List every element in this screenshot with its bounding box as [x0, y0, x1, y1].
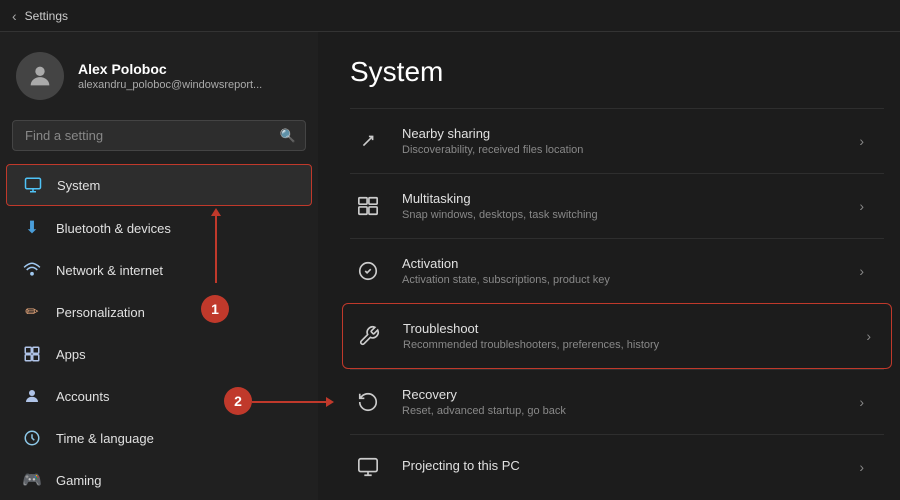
search-input[interactable] [12, 120, 306, 151]
recovery-text: Recovery Reset, advanced startup, go bac… [402, 387, 851, 417]
time-icon [22, 428, 42, 448]
sidebar-item-label-apps: Apps [56, 347, 86, 362]
main-layout: Alex Poloboc alexandru_poloboc@windowsre… [0, 32, 900, 500]
network-icon [22, 260, 42, 280]
content-area: System Nearby sharing Discoverability, r… [318, 32, 900, 500]
nearby-sharing-text: Nearby sharing Discoverability, received… [402, 126, 851, 156]
search-box: 🔍 [12, 120, 306, 151]
sidebar-item-label-gaming: Gaming [56, 473, 102, 488]
troubleshoot-title: Troubleshoot [403, 321, 858, 336]
projecting-icon [350, 449, 386, 485]
personalization-icon: ✏ [22, 302, 42, 322]
sidebar-item-accounts[interactable]: Accounts [6, 376, 312, 416]
nearby-sharing-title: Nearby sharing [402, 126, 851, 141]
gaming-icon: 🎮 [22, 470, 42, 490]
sidebar-item-label-accounts: Accounts [56, 389, 109, 404]
user-info: Alex Poloboc alexandru_poloboc@windowsre… [78, 61, 262, 91]
activation-desc: Activation state, subscriptions, product… [402, 274, 851, 286]
recovery-desc: Reset, advanced startup, go back [402, 405, 851, 417]
setting-activation[interactable]: Activation Activation state, subscriptio… [350, 238, 884, 303]
back-button[interactable]: ‹ [12, 8, 17, 24]
page-title: System [350, 56, 900, 88]
nearby-sharing-chevron: › [859, 133, 864, 149]
sidebar-item-label-system: System [57, 178, 100, 193]
projecting-text: Projecting to this PC [402, 458, 851, 476]
troubleshoot-desc: Recommended troubleshooters, preferences… [403, 339, 858, 351]
multitasking-desc: Snap windows, desktops, task switching [402, 209, 851, 221]
multitasking-text: Multitasking Snap windows, desktops, tas… [402, 191, 851, 221]
search-icon: 🔍 [280, 128, 296, 144]
nearby-sharing-icon [350, 123, 386, 159]
sidebar-item-label-network: Network & internet [56, 263, 163, 278]
bluetooth-icon: ⬇ [22, 218, 42, 238]
sidebar-item-label-bluetooth: Bluetooth & devices [56, 221, 171, 236]
accounts-icon [22, 386, 42, 406]
apps-icon [22, 344, 42, 364]
title-bar: ‹ Settings [0, 0, 900, 32]
sidebar: Alex Poloboc alexandru_poloboc@windowsre… [0, 32, 318, 500]
setting-projecting[interactable]: Projecting to this PC › [350, 434, 884, 499]
setting-nearby-sharing[interactable]: Nearby sharing Discoverability, received… [350, 108, 884, 173]
sidebar-item-apps[interactable]: Apps [6, 334, 312, 374]
app-title: Settings [25, 9, 68, 23]
activation-icon [350, 253, 386, 289]
projecting-title: Projecting to this PC [402, 458, 851, 473]
troubleshoot-icon [351, 318, 387, 354]
activation-title: Activation [402, 256, 851, 271]
activation-chevron: › [859, 263, 864, 279]
avatar [16, 52, 64, 100]
recovery-chevron: › [859, 394, 864, 410]
nearby-sharing-desc: Discoverability, received files location [402, 144, 851, 156]
activation-text: Activation Activation state, subscriptio… [402, 256, 851, 286]
sidebar-item-personalization[interactable]: ✏ Personalization [6, 292, 312, 332]
setting-troubleshoot[interactable]: Troubleshoot Recommended troubleshooters… [342, 303, 892, 369]
recovery-title: Recovery [402, 387, 851, 402]
setting-multitasking[interactable]: Multitasking Snap windows, desktops, tas… [350, 173, 884, 238]
user-profile[interactable]: Alex Poloboc alexandru_poloboc@windowsre… [0, 32, 318, 116]
user-email: alexandru_poloboc@windowsreport... [78, 79, 262, 91]
multitasking-chevron: › [859, 198, 864, 214]
user-name: Alex Poloboc [78, 61, 262, 77]
sidebar-item-time[interactable]: Time & language [6, 418, 312, 458]
sidebar-item-label-time: Time & language [56, 431, 154, 446]
sidebar-item-bluetooth[interactable]: ⬇ Bluetooth & devices [6, 208, 312, 248]
troubleshoot-chevron: › [866, 328, 871, 344]
recovery-icon [350, 384, 386, 420]
sidebar-item-gaming[interactable]: 🎮 Gaming [6, 460, 312, 500]
sidebar-item-label-personalization: Personalization [56, 305, 145, 320]
multitasking-title: Multitasking [402, 191, 851, 206]
sidebar-item-network[interactable]: Network & internet [6, 250, 312, 290]
setting-recovery[interactable]: Recovery Reset, advanced startup, go bac… [350, 369, 884, 434]
projecting-chevron: › [859, 459, 864, 475]
sidebar-item-system[interactable]: System [6, 164, 312, 206]
multitasking-icon [350, 188, 386, 224]
troubleshoot-text: Troubleshoot Recommended troubleshooters… [403, 321, 858, 351]
system-icon [23, 175, 43, 195]
